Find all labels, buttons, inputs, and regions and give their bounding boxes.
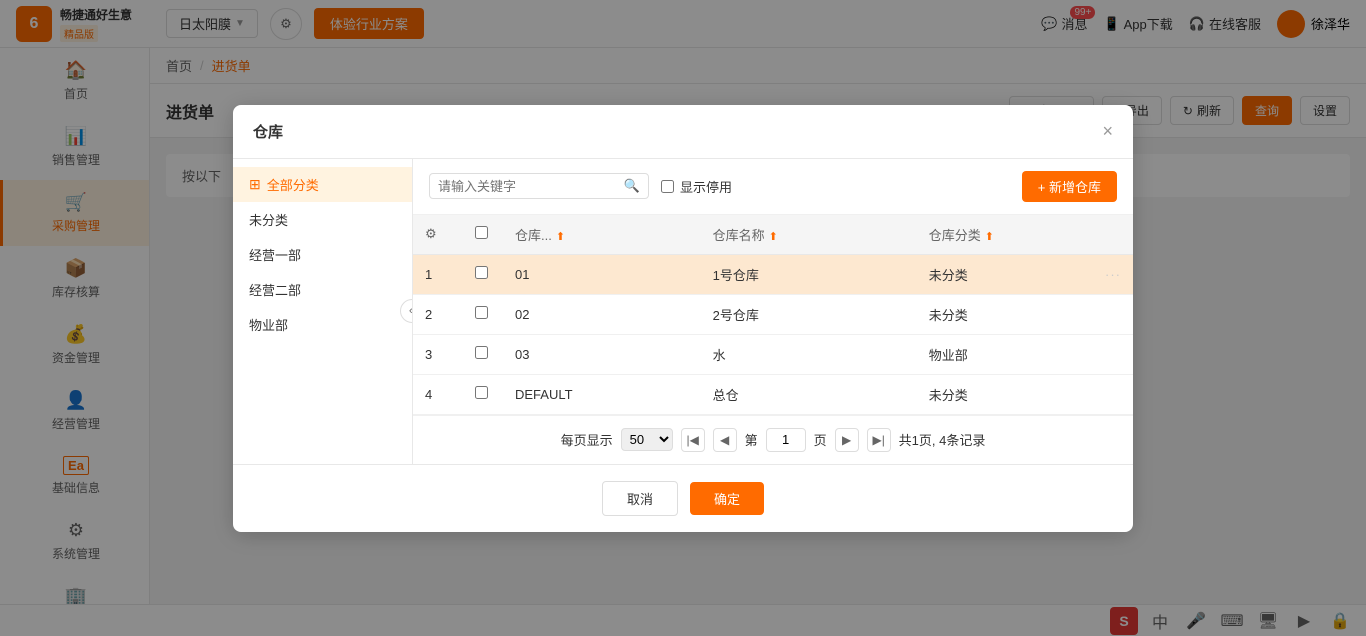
cat-label-dept1: 经营一部: [249, 245, 301, 264]
dialog-close-button[interactable]: ×: [1102, 122, 1113, 140]
row-category: 未分类: [917, 294, 1133, 334]
cat-item-unclassified[interactable]: 未分类: [233, 202, 412, 237]
page-next-button[interactable]: ▶: [835, 428, 859, 452]
page-first-button[interactable]: |◀: [681, 428, 705, 452]
page-label: 第: [745, 430, 758, 449]
page-end-label: 页: [814, 430, 827, 449]
col-code: 仓库...⬆: [503, 215, 701, 255]
page-number-input[interactable]: [766, 428, 806, 452]
confirm-button[interactable]: 确定: [690, 482, 764, 515]
row-index: 4: [413, 374, 463, 414]
cancel-button[interactable]: 取消: [602, 481, 678, 516]
dialog-header: 仓库 ×: [233, 105, 1133, 159]
row-checkbox-cell: [463, 254, 503, 294]
show-disabled-label: 显示停用: [680, 177, 732, 196]
row-category: 未分类 ···: [917, 255, 1133, 294]
cat-label-dept2: 经营二部: [249, 280, 301, 299]
row-checkbox-cell: [463, 374, 503, 414]
row-code: 03: [503, 334, 701, 374]
sort-icon-category: ⬆: [985, 231, 994, 243]
cat-item-property[interactable]: 物业部: [233, 307, 412, 342]
cat-item-dept1[interactable]: 经营一部: [233, 237, 412, 272]
warehouse-dialog: 仓库 × ⊞ 全部分类 未分类 经营一部 经营二部: [233, 105, 1133, 532]
row-name: 总仓: [701, 374, 917, 414]
category-sidebar: ⊞ 全部分类 未分类 经营一部 经营二部 物业部 «: [233, 159, 413, 464]
cat-label-unclassified: 未分类: [249, 210, 288, 229]
row-checkbox[interactable]: [475, 306, 488, 319]
row-category: 未分类: [917, 374, 1133, 414]
row-index: 3: [413, 334, 463, 374]
data-table: ⚙ 仓库...⬆ 仓库名称⬆: [413, 215, 1133, 415]
warehouse-table: ⚙ 仓库...⬆ 仓库名称⬆: [413, 215, 1133, 415]
sort-icon-name: ⬆: [769, 231, 778, 243]
col-name: 仓库名称⬆: [701, 215, 917, 255]
per-page-select[interactable]: 50 100 200: [621, 428, 673, 451]
table-row[interactable]: 1 01 1号仓库 未分类 ···: [413, 254, 1133, 294]
sort-icon-code: ⬆: [556, 231, 565, 243]
search-box: 🔍: [429, 173, 649, 199]
table-body: 1 01 1号仓库 未分类 ···: [413, 254, 1133, 414]
table-area: 🔍 显示停用 + 新增仓库 ⚙: [413, 159, 1133, 464]
per-page-label: 每页显示: [561, 430, 613, 449]
col-category: 仓库分类⬆: [917, 215, 1133, 255]
row-name: 1号仓库: [701, 254, 917, 294]
dialog-overlay: 仓库 × ⊞ 全部分类 未分类 经营一部 经营二部: [0, 0, 1366, 636]
row-checkbox[interactable]: [475, 266, 488, 279]
table-row[interactable]: 4 DEFAULT 总仓 未分类: [413, 374, 1133, 414]
page-last-button[interactable]: ▶|: [867, 428, 891, 452]
total-label: 共1页, 4条记录: [899, 430, 986, 449]
cat-item-all[interactable]: ⊞ 全部分类: [233, 167, 412, 202]
select-all-checkbox[interactable]: [475, 226, 488, 239]
row-index: 1: [413, 254, 463, 294]
row-code: 01: [503, 254, 701, 294]
show-disabled-area: 显示停用: [661, 177, 732, 196]
page-prev-button[interactable]: ◀: [713, 428, 737, 452]
row-actions-icon[interactable]: ···: [1105, 267, 1121, 282]
show-disabled-checkbox[interactable]: [661, 180, 674, 193]
col-checkbox: [463, 215, 503, 255]
search-input[interactable]: [438, 179, 618, 194]
search-icon: 🔍: [624, 178, 640, 194]
cat-label-property: 物业部: [249, 315, 288, 334]
row-name: 2号仓库: [701, 294, 917, 334]
dialog-footer: 取消 确定: [233, 464, 1133, 532]
table-header-row: ⚙ 仓库...⬆ 仓库名称⬆: [413, 215, 1133, 255]
dialog-title: 仓库: [253, 121, 283, 142]
row-category: 物业部: [917, 334, 1133, 374]
col-settings: ⚙: [413, 215, 463, 255]
cat-label-all: 全部分类: [267, 175, 319, 194]
row-code: DEFAULT: [503, 374, 701, 414]
cat-item-dept2[interactable]: 经营二部: [233, 272, 412, 307]
table-row[interactable]: 3 03 水 物业部: [413, 334, 1133, 374]
row-checkbox[interactable]: [475, 386, 488, 399]
grid-icon: ⊞: [249, 176, 261, 193]
add-warehouse-button[interactable]: + 新增仓库: [1022, 171, 1117, 202]
row-checkbox-cell: [463, 294, 503, 334]
table-row[interactable]: 2 02 2号仓库 未分类: [413, 294, 1133, 334]
row-checkbox-cell: [463, 334, 503, 374]
dialog-body: ⊞ 全部分类 未分类 经营一部 经营二部 物业部 «: [233, 159, 1133, 464]
row-name: 水: [701, 334, 917, 374]
row-checkbox[interactable]: [475, 346, 488, 359]
row-code: 02: [503, 294, 701, 334]
row-index: 2: [413, 294, 463, 334]
table-toolbar: 🔍 显示停用 + 新增仓库: [413, 159, 1133, 215]
pagination: 每页显示 50 100 200 |◀ ◀ 第 页 ▶ ▶| 共1页, 4条记录: [413, 415, 1133, 464]
